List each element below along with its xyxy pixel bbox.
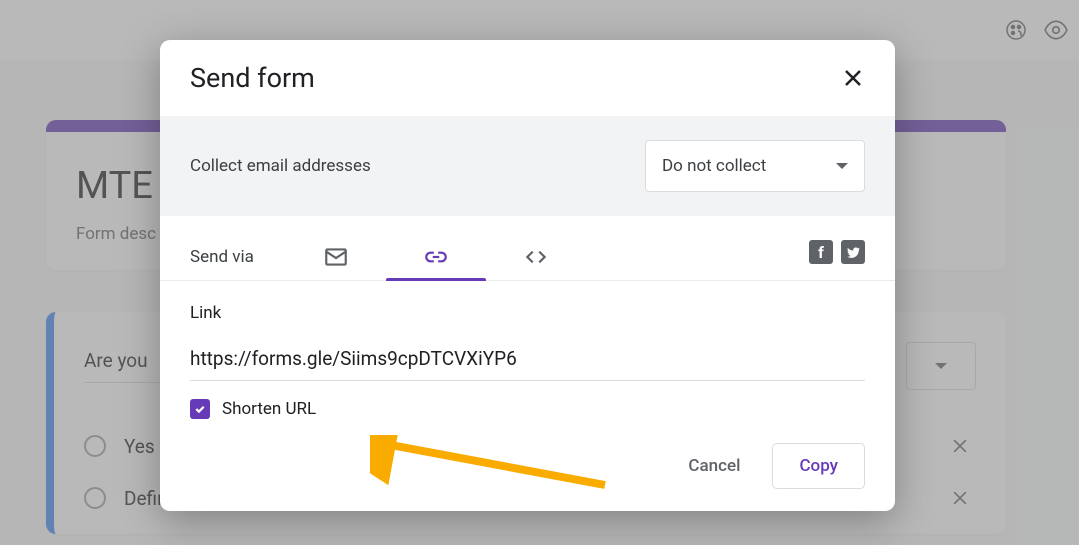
link-icon <box>423 244 449 270</box>
collect-emails-value: Do not collect <box>662 156 766 176</box>
link-input[interactable] <box>190 341 865 381</box>
dialog-footer: Cancel Copy <box>160 443 895 511</box>
link-label: Link <box>190 303 865 323</box>
caret-down-icon <box>836 163 848 169</box>
collect-emails-label: Collect email addresses <box>190 156 371 176</box>
send-via-row: Send via f <box>160 216 895 281</box>
collect-emails-row: Collect email addresses Do not collect <box>160 116 895 216</box>
tab-link[interactable] <box>386 234 486 280</box>
shorten-url-row: Shorten URL <box>190 399 865 419</box>
shorten-url-checkbox[interactable] <box>190 399 210 419</box>
twitter-icon[interactable] <box>841 240 865 264</box>
send-via-tabs <box>286 234 586 280</box>
tab-embed[interactable] <box>486 234 586 280</box>
email-icon <box>323 244 349 270</box>
send-form-dialog: Send form Collect email addresses Do not… <box>160 40 895 511</box>
facebook-icon[interactable]: f <box>809 240 833 264</box>
dialog-title: Send form <box>190 62 315 94</box>
copy-button[interactable]: Copy <box>772 443 865 489</box>
close-button[interactable] <box>841 66 865 90</box>
tab-email[interactable] <box>286 234 386 280</box>
link-section: Link Shorten URL <box>160 281 895 443</box>
social-share: f <box>809 240 865 274</box>
cancel-button[interactable]: Cancel <box>674 446 754 486</box>
check-icon <box>194 403 206 415</box>
embed-icon <box>523 244 549 270</box>
collect-emails-select[interactable]: Do not collect <box>645 140 865 192</box>
send-via-label: Send via <box>190 247 254 267</box>
shorten-url-label: Shorten URL <box>222 399 316 419</box>
